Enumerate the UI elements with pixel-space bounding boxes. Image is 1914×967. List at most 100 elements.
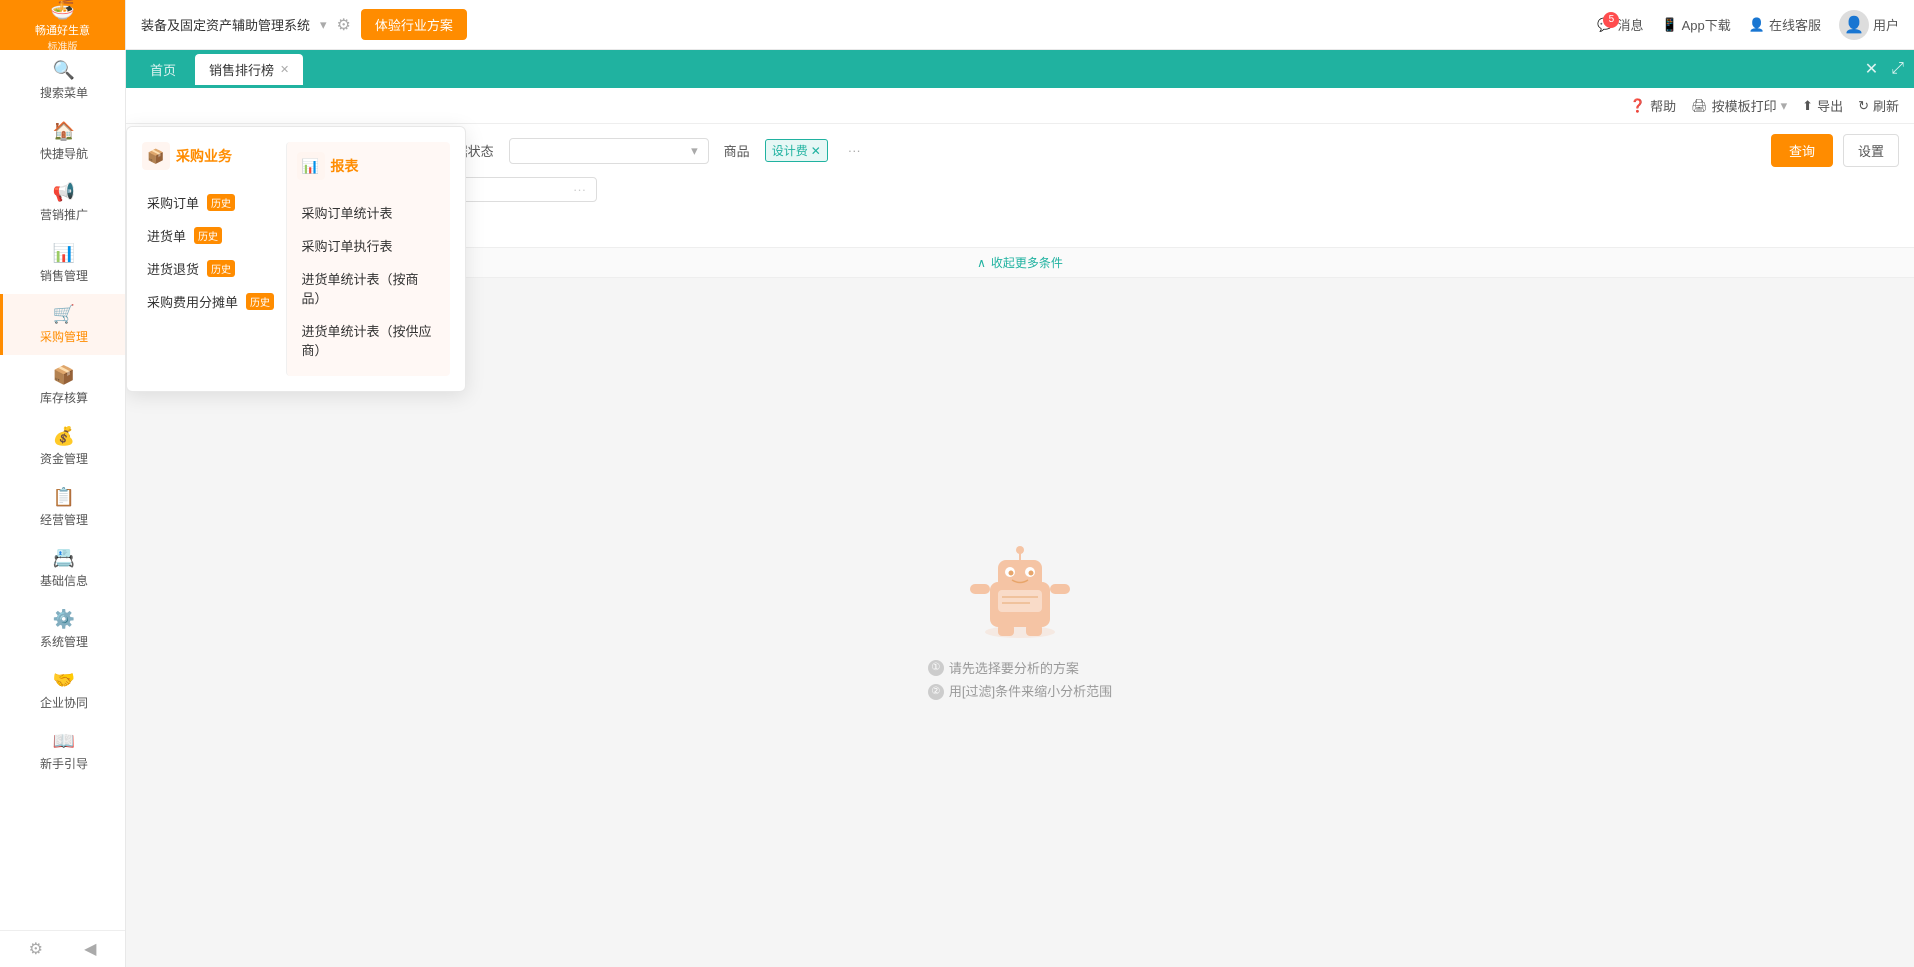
- setting-btn[interactable]: 设置: [1843, 134, 1899, 167]
- dropdown-item-inbound-stat-supplier[interactable]: 进货单统计表（按供应商）: [297, 314, 441, 366]
- purchase-section-title: 📦 采购业务: [142, 142, 286, 176]
- tip-num-2: ②: [928, 684, 944, 700]
- inbound-stat-product-label: 进货单统计表（按商品）: [302, 269, 436, 307]
- sidebar-item-marketing[interactable]: 📢 营销推广: [0, 172, 125, 233]
- tip-item-2: ② 用[过滤]条件来缩小分析范围: [928, 680, 1112, 703]
- history-badge-3: 历史: [246, 293, 274, 310]
- product-tag[interactable]: 设计费 ✕: [765, 139, 828, 162]
- tip-text-1: 请先选择要分析的方案: [949, 657, 1079, 680]
- app-download-btn[interactable]: 📱 App下载: [1661, 15, 1730, 34]
- return-label: 进货退货: [147, 259, 199, 278]
- service-icon: 👤: [1749, 17, 1765, 33]
- topbar-chevron-icon[interactable]: ▾: [320, 17, 327, 33]
- export-icon: ⬆: [1802, 98, 1813, 114]
- tab-sales-rank[interactable]: 销售排行榜 ✕: [195, 54, 303, 85]
- doc-status-chevron: ▾: [691, 143, 698, 159]
- tab-home-label: 首页: [150, 60, 176, 79]
- sidebar-item-purchase[interactable]: 🛒 采购管理: [0, 294, 125, 355]
- messages-btn[interactable]: 💬 5 消息: [1597, 15, 1643, 34]
- tabbar: 首页 销售排行榜 ✕ ✕ ⤢: [126, 50, 1914, 88]
- topbar: 装备及固定资产辅助管理系统 ▾ ⚙ 体验行业方案 💬 5 消息 📱 App下载 …: [126, 0, 1914, 50]
- dropdown-item-expense[interactable]: 采购费用分摊单 历史: [142, 285, 286, 318]
- report-section-icon: 📊: [297, 152, 325, 180]
- help-icon: ❓: [1630, 98, 1646, 114]
- dropdown-item-order-exec[interactable]: 采购订单执行表: [297, 229, 441, 262]
- help-btn[interactable]: ❓ 帮助: [1630, 96, 1676, 115]
- history-badge-2: 历史: [207, 260, 235, 277]
- sidebar-item-enterprise[interactable]: 🤝 企业协同: [0, 660, 125, 721]
- report-section: 📊 报表 采购订单统计表 采购订单执行表 进货单统计表（按商品） 进货单统计表（…: [286, 142, 451, 376]
- print-label: 按模板打印: [1712, 96, 1777, 115]
- dropdown-item-inbound[interactable]: 进货单 历史: [142, 219, 286, 252]
- sidebar-label-operation: 经营管理: [40, 511, 88, 528]
- logo: 🍜 畅通好生意 标准版: [0, 0, 125, 50]
- purchase-section: 📦 采购业务 采购订单 历史 进货单 历史 进货退货 历史 采购费用分摊: [142, 142, 286, 376]
- sidebar-label-quicknav: 快捷导航: [40, 145, 88, 162]
- order-exec-label: 采购订单执行表: [302, 236, 393, 255]
- purchase-icon-inner: 📦: [147, 148, 164, 165]
- operation-icon: 📋: [53, 487, 75, 508]
- system-icon: ⚙️: [53, 609, 75, 630]
- sidebar-collapse-btn[interactable]: ◀: [84, 939, 96, 959]
- search-icon: 🔍: [53, 60, 75, 81]
- product-tag-label: 设计费: [772, 142, 808, 159]
- empty-tips: ① 请先选择要分析的方案 ② 用[过滤]条件来缩小分析范围: [928, 657, 1112, 704]
- dropdown-item-purchase-order[interactable]: 采购订单 历史: [142, 186, 286, 219]
- industry-btn[interactable]: 体验行业方案: [361, 9, 467, 40]
- empty-illustration: [960, 542, 1080, 642]
- sidebar-item-inventory[interactable]: 📦 库存核算: [0, 355, 125, 416]
- help-label: 帮助: [1650, 96, 1676, 115]
- report-section-title: 📊 报表: [297, 152, 441, 186]
- refresh-icon: ↻: [1858, 98, 1869, 114]
- print-btn[interactable]: 🖨 按模板打印 ▾: [1691, 96, 1787, 115]
- sidebar-item-sales[interactable]: 📊 销售管理: [0, 233, 125, 294]
- tab-close-all-icon[interactable]: ✕: [1857, 59, 1886, 79]
- doc-status-select[interactable]: ▾: [509, 138, 709, 164]
- filter-actions: 查询 设置: [1771, 134, 1899, 167]
- content-area: ❓ 帮助 🖨 按模板打印 ▾ ⬆ 导出 ↻ 刷新 日期 今: [126, 88, 1914, 967]
- dropdown-menu: 📦 采购业务 采购订单 历史 进货单 历史 进货退货 历史 采购费用分摊: [126, 126, 466, 392]
- online-service-btn[interactable]: 👤 在线客服: [1749, 15, 1821, 34]
- export-btn[interactable]: ⬆ 导出: [1802, 96, 1843, 115]
- product-more-icon[interactable]: ···: [848, 143, 861, 158]
- refresh-btn[interactable]: ↻ 刷新: [1858, 96, 1899, 115]
- topbar-right: 💬 5 消息 📱 App下载 👤 在线客服 👤 用户: [1597, 10, 1899, 40]
- avatar: 👤: [1839, 10, 1869, 40]
- tab-home[interactable]: 首页: [136, 54, 190, 85]
- print-chevron-icon: ▾: [1781, 98, 1788, 114]
- sidebar-settings-btn[interactable]: ⚙: [29, 939, 43, 959]
- message-label: 消息: [1617, 15, 1643, 34]
- sidebar-item-operation[interactable]: 📋 经营管理: [0, 477, 125, 538]
- guide-icon: 📖: [53, 731, 75, 752]
- sidebar-item-system[interactable]: ⚙️ 系统管理: [0, 599, 125, 660]
- expense-label: 采购费用分摊单: [147, 292, 238, 311]
- sidebar-item-search[interactable]: 🔍 搜索菜单: [0, 50, 125, 111]
- message-badge-wrap: 💬 5: [1597, 17, 1613, 33]
- sidebar-item-guide[interactable]: 📖 新手引导: [0, 721, 125, 782]
- sidebar-label-purchase: 采购管理: [40, 328, 88, 345]
- tab-close-icon[interactable]: ✕: [280, 63, 289, 76]
- product-tag-close-icon[interactable]: ✕: [811, 144, 821, 158]
- dropdown-item-return[interactable]: 进货退货 历史: [142, 252, 286, 285]
- dropdown-item-order-stat[interactable]: 采购订单统计表: [297, 196, 441, 229]
- tab-expand-icon[interactable]: ⤢: [1891, 60, 1904, 78]
- logo-icon: 🍜: [50, 0, 75, 22]
- query-btn[interactable]: 查询: [1771, 134, 1833, 167]
- sidebar-item-basic[interactable]: 📇 基础信息: [0, 538, 125, 599]
- sidebar: 🍜 畅通好生意 标准版 🔍 搜索菜单 🏠 快捷导航 📢 营销推广 📊 销售管理 …: [0, 0, 126, 967]
- sidebar-label-system: 系统管理: [40, 633, 88, 650]
- tip-text-2: 用[过滤]条件来缩小分析范围: [949, 680, 1112, 703]
- collapse-chevron-icon: ∧: [977, 256, 986, 270]
- message-badge: 5: [1603, 12, 1619, 28]
- topbar-gear-icon[interactable]: ⚙: [337, 15, 351, 35]
- purchase-section-label: 采购业务: [176, 146, 232, 166]
- system-title: 装备及固定资产辅助管理系统: [141, 15, 310, 34]
- sidebar-label-search: 搜索菜单: [40, 84, 88, 101]
- sidebar-item-quicknav[interactable]: 🏠 快捷导航: [0, 111, 125, 172]
- collapse-label: 收起更多条件: [991, 254, 1063, 271]
- inbound-label: 进货单: [147, 226, 186, 245]
- dropdown-item-inbound-stat-product[interactable]: 进货单统计表（按商品）: [297, 262, 441, 314]
- sidebar-label-inventory: 库存核算: [40, 389, 88, 406]
- sidebar-item-capital[interactable]: 💰 资金管理: [0, 416, 125, 477]
- user-btn[interactable]: 👤 用户: [1839, 10, 1899, 40]
